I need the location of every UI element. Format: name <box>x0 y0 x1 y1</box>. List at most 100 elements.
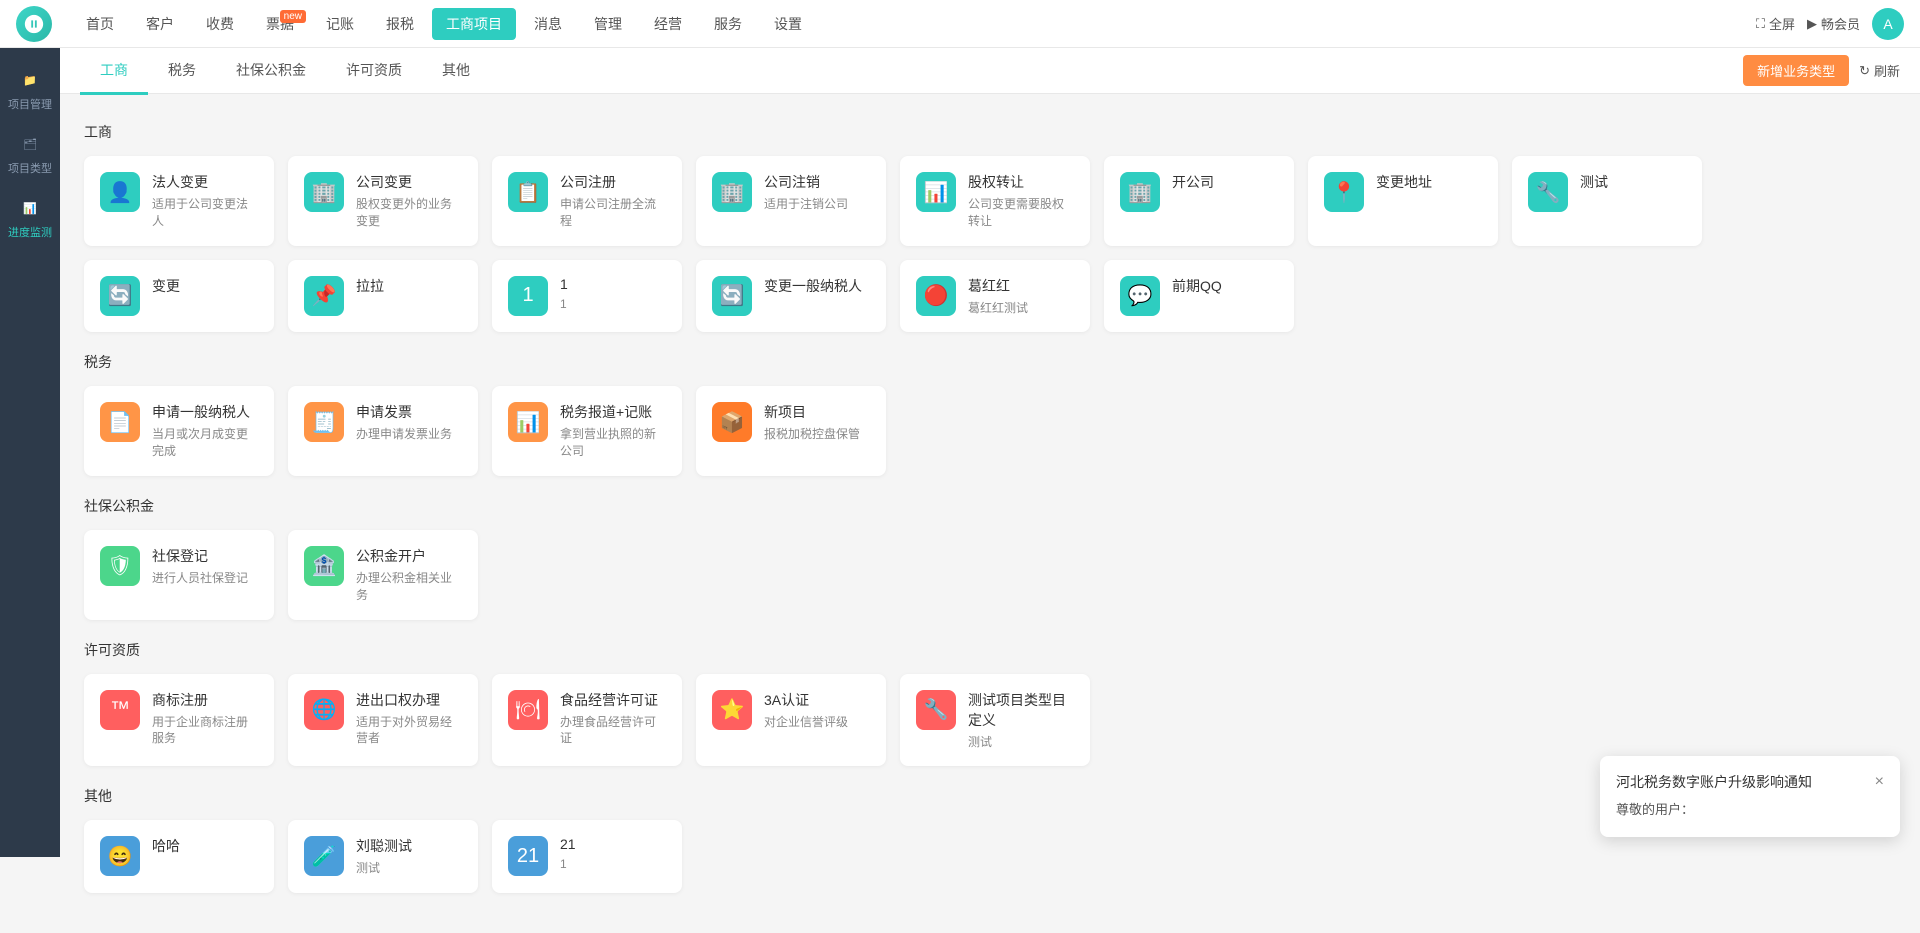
card-1[interactable]: 1 1 1 <box>492 260 682 333</box>
card-icon-变更地址: 📍 <box>1324 172 1364 212</box>
sidebar-icon-0: 📁 <box>18 68 42 92</box>
refresh-button[interactable]: ↻ 刷新 <box>1859 61 1900 80</box>
card-info-3A认证: 3A认证 对企业信誉评级 <box>764 690 870 731</box>
card-desc-新项目: 报税加税控盘保管 <box>764 426 870 443</box>
card-name-1: 1 <box>560 276 666 292</box>
card-info-社保登记: 社保登记 进行人员社保登记 <box>152 546 258 587</box>
card-进出口权办理[interactable]: 🌐 进出口权办理 适用于对外贸易经营者 <box>288 674 478 767</box>
avatar[interactable]: A <box>1872 8 1904 40</box>
tab-社保公积金[interactable]: 社保公积金 <box>216 48 326 95</box>
card-desc-申请发票: 办理申请发票业务 <box>356 426 462 443</box>
card-info-股权转让: 股权转让 公司变更需要股权转让 <box>968 172 1074 230</box>
card-法人变更[interactable]: 👤 法人变更 适用于公司变更法人 <box>84 156 274 246</box>
nav-item-收费[interactable]: 收费 <box>192 8 248 40</box>
card-变更[interactable]: 🔄 变更 <box>84 260 274 333</box>
card-公司注册[interactable]: 📋 公司注册 申请公司注册全流程 <box>492 156 682 246</box>
card-3A认证[interactable]: ⭐ 3A认证 对企业信誉评级 <box>696 674 886 767</box>
tab-bar: 工商税务社保公积金许可资质其他 新增业务类型 ↻ 刷新 <box>60 48 1920 94</box>
card-info-税务报道+记账: 税务报道+记账 拿到营业执照的新公司 <box>560 402 666 460</box>
card-新项目[interactable]: 📦 新项目 报税加税控盘保管 <box>696 386 886 476</box>
card-name-刘聪测试: 刘聪测试 <box>356 836 462 856</box>
section-title-工商: 工商 <box>84 122 1896 142</box>
card-info-测试: 测试 <box>1580 172 1686 196</box>
card-申请一般纳税人[interactable]: 📄 申请一般纳税人 当月或次月成变更完成 <box>84 386 274 476</box>
card-icon-进出口权办理: 🌐 <box>304 690 344 730</box>
card-公积金开户[interactable]: 🏦 公积金开户 办理公积金相关业务 <box>288 530 478 620</box>
nav-item-消息[interactable]: 消息 <box>520 8 576 40</box>
card-商标注册[interactable]: ™ 商标注册 用于企业商标注册服务 <box>84 674 274 767</box>
card-name-公司注册: 公司注册 <box>560 172 666 192</box>
card-icon-3A认证: ⭐ <box>712 690 752 730</box>
card-社保登记[interactable]: 🛡 社保登记 进行人员社保登记 <box>84 530 274 620</box>
nav-item-经营[interactable]: 经营 <box>640 8 696 40</box>
card-葛红红[interactable]: 🔴 葛红红 葛红红测试 <box>900 260 1090 333</box>
card-变更地址[interactable]: 📍 变更地址 <box>1308 156 1498 246</box>
card-name-公司变更: 公司变更 <box>356 172 462 192</box>
card-开公司[interactable]: 🏢 开公司 <box>1104 156 1294 246</box>
fullscreen-icon: ⛶ <box>1756 16 1765 32</box>
tab-许可资质[interactable]: 许可资质 <box>326 48 422 95</box>
nav-menu: 首页客户收费票据new记账报税工商项目消息管理经营服务设置 <box>72 8 1756 40</box>
card-name-变更地址: 变更地址 <box>1376 172 1482 192</box>
card-info-21: 21 1 <box>560 836 666 873</box>
card-name-进出口权办理: 进出口权办理 <box>356 690 462 710</box>
nav-item-记账[interactable]: 记账 <box>312 8 368 40</box>
tab-税务[interactable]: 税务 <box>148 48 216 95</box>
nav-item-报税[interactable]: 报税 <box>372 8 428 40</box>
sidebar-item-项目管理[interactable]: 📁项目管理 <box>0 58 60 122</box>
card-icon-申请发票: 🧾 <box>304 402 344 442</box>
notification-close-btn[interactable]: × <box>1875 773 1884 791</box>
card-拉拉[interactable]: 📌 拉拉 <box>288 260 478 333</box>
new-type-button[interactable]: 新增业务类型 <box>1743 55 1849 86</box>
nav-item-工商项目[interactable]: 工商项目 <box>432 8 516 40</box>
card-公司注销[interactable]: 🏢 公司注销 适用于注销公司 <box>696 156 886 246</box>
sidebar-item-项目类型[interactable]: 🗂项目类型 <box>0 122 60 186</box>
card-desc-申请一般纳税人: 当月或次月成变更完成 <box>152 426 258 460</box>
card-name-社保登记: 社保登记 <box>152 546 258 566</box>
refresh-label: 刷新 <box>1874 61 1900 80</box>
card-desc-社保登记: 进行人员社保登记 <box>152 570 258 587</box>
card-icon-食品经营许可证: 🍽 <box>508 690 548 730</box>
sidebar-item-进度监测[interactable]: 📊进度监测 <box>0 186 60 250</box>
nav-item-票据[interactable]: 票据new <box>252 8 308 40</box>
card-name-商标注册: 商标注册 <box>152 690 258 710</box>
card-name-哈哈: 哈哈 <box>152 836 258 856</box>
card-info-开公司: 开公司 <box>1172 172 1278 196</box>
vip-label: 畅会员 <box>1821 14 1860 33</box>
card-icon-公积金开户: 🏦 <box>304 546 344 586</box>
tab-actions: 新增业务类型 ↻ 刷新 <box>1743 55 1900 86</box>
card-icon-公司注销: 🏢 <box>712 172 752 212</box>
card-测试[interactable]: 🔧 测试 <box>1512 156 1702 246</box>
card-info-公积金开户: 公积金开户 办理公积金相关业务 <box>356 546 462 604</box>
fullscreen-label: 全屏 <box>1769 14 1795 33</box>
card-icon-哈哈: 😄 <box>100 836 140 876</box>
card-股权转让[interactable]: 📊 股权转让 公司变更需要股权转让 <box>900 156 1090 246</box>
nav-item-设置[interactable]: 设置 <box>760 8 816 40</box>
card-icon-测试: 🔧 <box>1528 172 1568 212</box>
nav-item-管理[interactable]: 管理 <box>580 8 636 40</box>
card-icon-公司注册: 📋 <box>508 172 548 212</box>
card-公司变更[interactable]: 🏢 公司变更 股权变更外的业务变更 <box>288 156 478 246</box>
card-name-前期QQ: 前期QQ <box>1172 276 1278 296</box>
card-name-食品经营许可证: 食品经营许可证 <box>560 690 666 710</box>
nav-item-服务[interactable]: 服务 <box>700 8 756 40</box>
card-变更一般纳税人[interactable]: 🔄 变更一般纳税人 <box>696 260 886 333</box>
vip-btn[interactable]: ▶ 畅会员 <box>1807 14 1860 33</box>
card-icon-刘聪测试: 🧪 <box>304 836 344 876</box>
nav-item-客户[interactable]: 客户 <box>132 8 188 40</box>
card-税务报道+记账[interactable]: 📊 税务报道+记账 拿到营业执照的新公司 <box>492 386 682 476</box>
card-desc-3A认证: 对企业信誉评级 <box>764 714 870 731</box>
card-测试项目类型目定义[interactable]: 🔧 测试项目类型目定义 测试 <box>900 674 1090 767</box>
card-申请发票[interactable]: 🧾 申请发票 办理申请发票业务 <box>288 386 478 476</box>
card-info-变更一般纳税人: 变更一般纳税人 <box>764 276 870 300</box>
card-name-3A认证: 3A认证 <box>764 690 870 710</box>
card-name-测试: 测试 <box>1580 172 1686 192</box>
card-食品经营许可证[interactable]: 🍽 食品经营许可证 办理食品经营许可证 <box>492 674 682 767</box>
tab-工商[interactable]: 工商 <box>80 48 148 95</box>
card-前期QQ[interactable]: 💬 前期QQ <box>1104 260 1294 333</box>
card-name-公积金开户: 公积金开户 <box>356 546 462 566</box>
tab-其他[interactable]: 其他 <box>422 48 490 95</box>
fullscreen-btn[interactable]: ⛶ 全屏 <box>1756 14 1795 33</box>
nav-item-首页[interactable]: 首页 <box>72 8 128 40</box>
card-info-公司注册: 公司注册 申请公司注册全流程 <box>560 172 666 230</box>
